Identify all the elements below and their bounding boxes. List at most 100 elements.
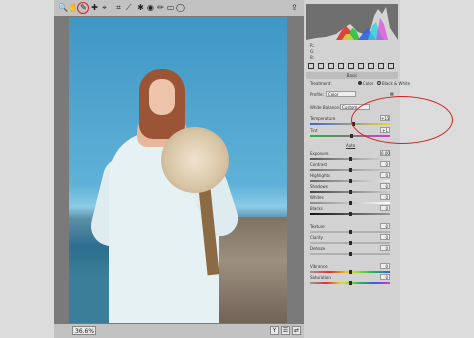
- shadows-thumb[interactable]: [349, 190, 352, 194]
- tab-split-toning-icon[interactable]: [348, 63, 354, 69]
- shadows-slider[interactable]: [310, 190, 390, 194]
- tab-lens-icon[interactable]: [358, 63, 364, 69]
- treatment-bw-label: Black & White: [382, 81, 411, 86]
- shadows-value[interactable]: 0: [380, 183, 390, 189]
- contrast-slider[interactable]: [310, 168, 390, 172]
- contrast-label: Contrast: [310, 162, 328, 167]
- exposure-thumb[interactable]: [349, 157, 352, 161]
- highlights-thumb[interactable]: [349, 179, 352, 183]
- exposure-value[interactable]: 0.00: [380, 150, 390, 156]
- profile-grid-icon[interactable]: ▦: [390, 91, 394, 96]
- texture-slider[interactable]: [310, 230, 390, 234]
- clarity-thumb[interactable]: [349, 241, 352, 245]
- camera-raw-window: 🔍 ✋ ✎ ✚ ⌖ ⌗ ⟋ ✱ ◉ ✏ ▭ ◯ ⇪ 36.6% Y ☰ ⇄ R:…: [54, 0, 453, 338]
- tab-hsl-icon[interactable]: [338, 63, 344, 69]
- whites-slider[interactable]: [310, 201, 390, 205]
- white-balance-highlight: [351, 96, 453, 144]
- right-panel: R: G: B: Basic Treatment: Color Black & …: [304, 0, 453, 338]
- vibrance-slider[interactable]: [310, 270, 390, 274]
- texture-thumb[interactable]: [349, 230, 352, 234]
- saturation-label: Saturation: [310, 275, 331, 280]
- vibrance-value[interactable]: 0: [380, 263, 390, 269]
- clarity-slider[interactable]: [310, 241, 390, 245]
- whites-thumb[interactable]: [349, 201, 352, 205]
- tint-thumb[interactable]: [350, 134, 353, 138]
- exposure-slider[interactable]: [310, 157, 390, 161]
- hand-icon[interactable]: ✋: [68, 3, 78, 12]
- temperature-label: Temperature: [310, 116, 336, 121]
- zoom-level-field[interactable]: 36.6%: [72, 326, 96, 335]
- tab-effects-icon[interactable]: [368, 63, 374, 69]
- graduated-filter-icon[interactable]: ▭: [166, 3, 175, 12]
- contrast-thumb[interactable]: [349, 168, 352, 172]
- white-balance-icon[interactable]: ✎: [79, 3, 88, 12]
- tint-label: Tint: [310, 128, 318, 133]
- straighten-icon[interactable]: ⟋: [124, 3, 133, 12]
- whites-label: Whites: [310, 195, 324, 200]
- blacks-label: Blacks: [310, 206, 323, 211]
- photo-bouquet: [161, 127, 229, 193]
- whites-value[interactable]: 0: [380, 194, 390, 200]
- dehaze-value[interactable]: 0: [380, 245, 390, 251]
- tab-presets-icon[interactable]: [388, 63, 394, 69]
- profile-label: Profile:: [310, 92, 324, 97]
- targeted-adjustment-icon[interactable]: ⌖: [100, 3, 109, 12]
- vibrance-thumb[interactable]: [349, 270, 352, 274]
- auto-link[interactable]: Auto: [346, 143, 355, 148]
- clarity-value[interactable]: 0: [380, 234, 390, 240]
- color-sampler-icon[interactable]: ✚: [90, 3, 99, 12]
- vibrance-label: Vibrance: [310, 264, 328, 269]
- readout-g: G:: [310, 49, 315, 54]
- treatment-bw-radio[interactable]: [377, 81, 381, 85]
- right-frame: [400, 0, 474, 338]
- brush-icon[interactable]: ✏: [156, 3, 165, 12]
- status-bar: 36.6% Y ☰ ⇄: [54, 324, 304, 338]
- readout-r: R:: [310, 43, 315, 48]
- red-eye-icon[interactable]: ◉: [146, 3, 155, 12]
- left-frame: [0, 0, 54, 338]
- photo-face: [149, 79, 175, 115]
- dehaze-label: Dehaze: [310, 246, 326, 251]
- treatment-color-label: Color: [363, 81, 374, 86]
- spot-removal-icon[interactable]: ✱: [136, 3, 145, 12]
- treatment-color-radio[interactable]: [358, 81, 362, 85]
- crop-icon[interactable]: ⌗: [114, 3, 123, 12]
- preview-settings-button[interactable]: ☰: [281, 326, 290, 335]
- tab-basic-icon[interactable]: [308, 63, 314, 69]
- blacks-thumb[interactable]: [349, 212, 352, 216]
- histogram: [306, 4, 398, 40]
- blacks-slider[interactable]: [310, 212, 390, 216]
- shadows-label: Shadows: [310, 184, 328, 189]
- texture-value[interactable]: 0: [380, 223, 390, 229]
- treatment-label: Treatment:: [310, 81, 332, 86]
- white-balance-label: White Balance:: [310, 105, 341, 110]
- before-after-button[interactable]: Y: [270, 326, 279, 335]
- highlights-slider[interactable]: [310, 179, 390, 183]
- highlights-label: Highlights: [310, 173, 331, 178]
- saturation-thumb[interactable]: [349, 281, 352, 285]
- readout-b: B:: [310, 55, 315, 60]
- export-icon[interactable]: ⇪: [291, 3, 300, 12]
- contrast-value[interactable]: 0: [380, 161, 390, 167]
- tab-calibration-icon[interactable]: [378, 63, 384, 69]
- saturation-value[interactable]: 0: [380, 274, 390, 280]
- toolbar: 🔍 ✋ ✎ ✚ ⌖ ⌗ ⟋ ✱ ◉ ✏ ▭ ◯ ⇪: [54, 0, 304, 16]
- dehaze-slider[interactable]: [310, 252, 390, 256]
- photo-preview[interactable]: [69, 17, 287, 323]
- highlights-value[interactable]: 0: [380, 172, 390, 178]
- swap-view-button[interactable]: ⇄: [292, 326, 301, 335]
- zoom-icon[interactable]: 🔍: [58, 3, 68, 12]
- dehaze-thumb[interactable]: [349, 252, 352, 256]
- texture-label: Texture: [310, 224, 325, 229]
- saturation-slider[interactable]: [310, 281, 390, 285]
- radial-filter-icon[interactable]: ◯: [176, 3, 185, 12]
- blacks-value[interactable]: 0: [380, 205, 390, 211]
- exposure-label: Exposure: [310, 151, 329, 156]
- section-basic-header: Basic: [306, 72, 398, 79]
- tab-tone-curve-icon[interactable]: [318, 63, 324, 69]
- profile-select[interactable]: Color: [326, 91, 356, 97]
- panel-tabs: [308, 63, 396, 71]
- image-canvas[interactable]: [54, 16, 304, 324]
- tab-detail-icon[interactable]: [328, 63, 334, 69]
- clarity-label: Clarity: [310, 235, 324, 240]
